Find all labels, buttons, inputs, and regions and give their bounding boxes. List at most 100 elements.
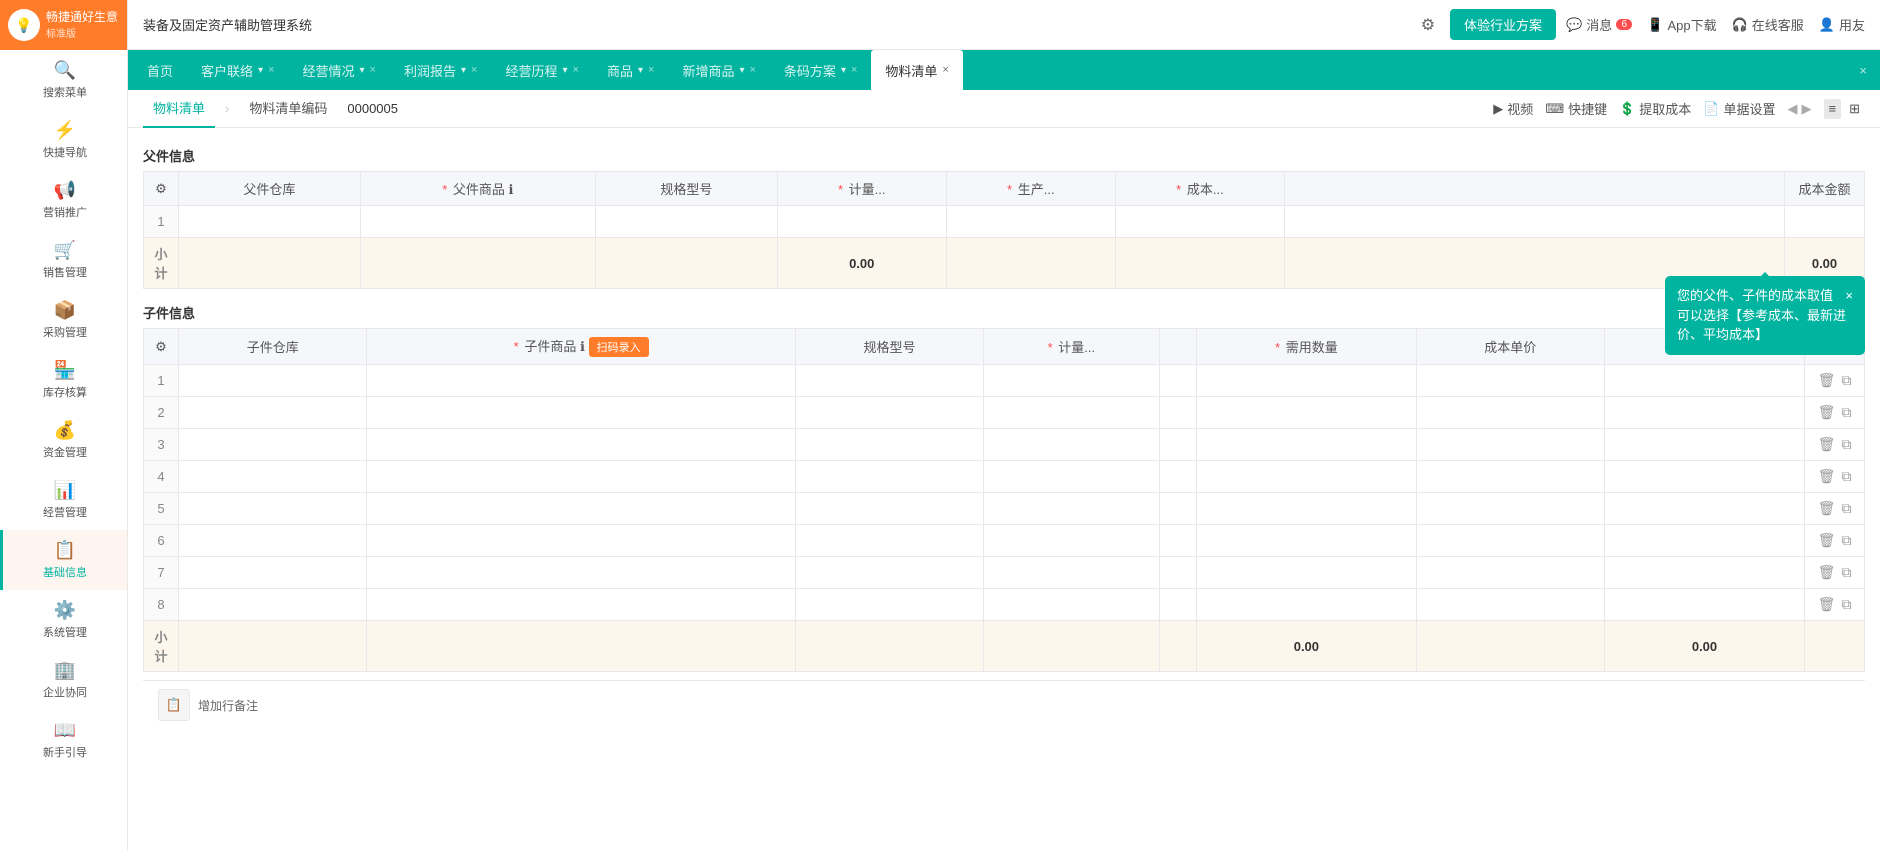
settings-icon[interactable]: ⚙ <box>1421 15 1435 35</box>
sidebar-item-purchase[interactable]: 📦 采购管理 <box>0 290 127 350</box>
copy-icon[interactable]: ⧉ <box>1841 468 1851 485</box>
tooltip-close-button[interactable]: × <box>1845 286 1853 306</box>
child-cell-goods[interactable] <box>367 589 795 621</box>
child-cell-unit[interactable] <box>984 493 1159 525</box>
child-cell-goods[interactable] <box>367 429 795 461</box>
user-menu[interactable]: 👤 用友 <box>1819 15 1865 34</box>
child-cell-warehouse[interactable] <box>179 429 367 461</box>
child-cell-spec[interactable] <box>795 493 983 525</box>
child-cell-unit-cost[interactable] <box>1416 461 1604 493</box>
single-setting-button[interactable]: 📄 单据设置 <box>1703 99 1775 118</box>
sidebar-item-sales[interactable]: 🛒 销售管理 <box>0 230 127 290</box>
tab-barcode[interactable]: 条码方案 ▾ × <box>770 50 871 90</box>
sidebar-item-basic-info[interactable]: 📋 基础信息 <box>0 530 127 590</box>
child-cell-unit-cost[interactable] <box>1416 493 1604 525</box>
sidebar-item-quick-nav[interactable]: ⚡ 快捷导航 <box>0 110 127 170</box>
add-note-icon[interactable]: 📋 <box>158 689 190 721</box>
child-cell-unit[interactable] <box>984 525 1159 557</box>
child-cell-spec[interactable] <box>795 397 983 429</box>
child-cell-goods[interactable] <box>367 397 795 429</box>
sub-tab-bom-code[interactable]: 物料清单编码 <box>239 90 337 128</box>
child-cell-qty[interactable] <box>1197 525 1416 557</box>
tab-home[interactable]: 首页 <box>133 50 187 90</box>
tab-operation-history[interactable]: 经营历程 ▾ × <box>491 50 592 90</box>
child-cell-qty[interactable] <box>1197 461 1416 493</box>
child-cell-spec[interactable] <box>795 429 983 461</box>
delete-icon[interactable]: 🗑 <box>1818 436 1836 453</box>
close-icon[interactable]: × <box>648 64 654 76</box>
child-cell-qty[interactable] <box>1197 429 1416 461</box>
app-download-button[interactable]: 📱 App下载 <box>1647 15 1716 34</box>
tab-new-goods[interactable]: 新增商品 ▾ × <box>668 50 769 90</box>
sidebar-item-guide[interactable]: 📖 新手引导 <box>0 710 127 770</box>
child-cell-qty[interactable] <box>1197 365 1416 397</box>
child-cell-warehouse[interactable] <box>179 397 367 429</box>
parent-cell-unit[interactable] <box>777 206 946 238</box>
child-cell-unit[interactable] <box>984 429 1159 461</box>
sidebar-item-marketing[interactable]: 📢 营销推广 <box>0 170 127 230</box>
child-cell-unit-cost[interactable] <box>1416 365 1604 397</box>
sidebar-item-enterprise[interactable]: 🏢 企业协同 <box>0 650 127 710</box>
close-icon[interactable]: × <box>942 64 948 76</box>
prev-arrow[interactable]: ◀ <box>1788 101 1798 117</box>
child-cell-warehouse[interactable] <box>179 525 367 557</box>
child-cell-warehouse[interactable] <box>179 557 367 589</box>
sidebar-item-operation[interactable]: 📊 经营管理 <box>0 470 127 530</box>
view-video-button[interactable]: ▶ 视频 <box>1493 99 1533 118</box>
child-cell-goods[interactable] <box>367 525 795 557</box>
grid-view-icon[interactable]: ⊞ <box>1844 99 1865 119</box>
child-cell-unit[interactable] <box>984 397 1159 429</box>
child-cell-spec[interactable] <box>795 557 983 589</box>
child-cell-unit[interactable] <box>984 461 1159 493</box>
sidebar-item-inventory[interactable]: 🏪 库存核算 <box>0 350 127 410</box>
child-cell-unit-cost[interactable] <box>1416 397 1604 429</box>
copy-icon[interactable]: ⧉ <box>1841 500 1851 517</box>
parent-col-gear[interactable]: ⚙ <box>144 172 179 206</box>
extract-cost-button[interactable]: 💲 提取成本 <box>1619 99 1691 118</box>
child-cell-warehouse[interactable] <box>179 365 367 397</box>
parent-cell-goods[interactable] <box>360 206 595 238</box>
child-cell-spec[interactable] <box>795 589 983 621</box>
close-icon[interactable]: × <box>471 64 477 76</box>
parent-cell-warehouse[interactable] <box>179 206 361 238</box>
child-cell-unit[interactable] <box>984 589 1159 621</box>
child-cell-unit-cost[interactable] <box>1416 525 1604 557</box>
child-cell-qty[interactable] <box>1197 493 1416 525</box>
next-arrow[interactable]: ▶ <box>1802 101 1812 117</box>
copy-icon[interactable]: ⧉ <box>1841 404 1851 421</box>
delete-icon[interactable]: 🗑 <box>1818 372 1836 389</box>
sidebar-item-system[interactable]: ⚙️ 系统管理 <box>0 590 127 650</box>
close-icon[interactable]: × <box>573 64 579 76</box>
copy-icon[interactable]: ⧉ <box>1841 596 1851 613</box>
close-icon[interactable]: × <box>370 64 376 76</box>
delete-icon[interactable]: 🗑 <box>1818 532 1836 549</box>
parent-cell-cost[interactable] <box>1115 206 1284 238</box>
close-icon[interactable]: × <box>851 64 857 76</box>
copy-icon[interactable]: ⧉ <box>1841 372 1851 389</box>
delete-icon[interactable]: 🗑 <box>1818 468 1836 485</box>
online-service-button[interactable]: 🎧 在线客服 <box>1732 15 1804 34</box>
parent-cell-produce[interactable] <box>946 206 1115 238</box>
child-cell-qty[interactable] <box>1197 557 1416 589</box>
copy-icon[interactable]: ⧉ <box>1841 532 1851 549</box>
tab-customer[interactable]: 客户联络 ▾ × <box>187 50 288 90</box>
child-cell-warehouse[interactable] <box>179 461 367 493</box>
close-icon[interactable]: × <box>749 64 755 76</box>
parent-cell-spec[interactable] <box>596 206 778 238</box>
child-col-gear[interactable]: ⚙ <box>144 329 179 365</box>
sidebar-item-finance[interactable]: 💰 资金管理 <box>0 410 127 470</box>
child-cell-unit[interactable] <box>984 557 1159 589</box>
copy-icon[interactable]: ⧉ <box>1841 564 1851 581</box>
close-icon[interactable]: × <box>268 64 274 76</box>
child-cell-spec[interactable] <box>795 365 983 397</box>
scan-input-button[interactable]: 扫码录入 <box>589 337 649 357</box>
tab-goods[interactable]: 商品 ▾ × <box>593 50 668 90</box>
delete-icon[interactable]: 🗑 <box>1818 404 1836 421</box>
sub-tab-bom-list[interactable]: 物料清单 <box>143 90 215 128</box>
child-cell-warehouse[interactable] <box>179 589 367 621</box>
sidebar-item-search[interactable]: 🔍 搜索菜单 <box>0 50 127 110</box>
child-cell-warehouse[interactable] <box>179 493 367 525</box>
child-cell-unit-cost[interactable] <box>1416 557 1604 589</box>
copy-icon[interactable]: ⧉ <box>1841 436 1851 453</box>
child-cell-qty[interactable] <box>1197 589 1416 621</box>
